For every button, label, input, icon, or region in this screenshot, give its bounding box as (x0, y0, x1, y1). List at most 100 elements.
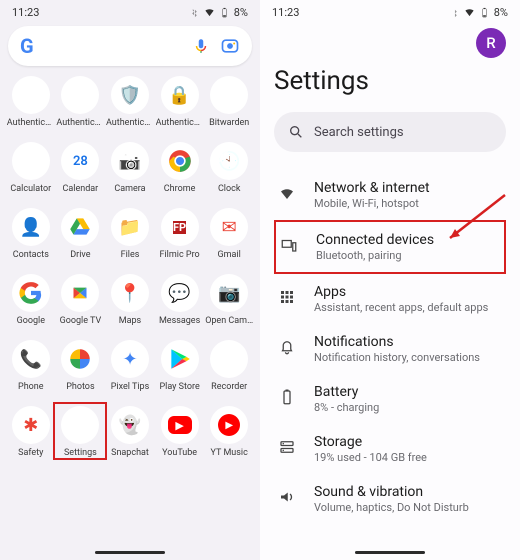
app-icon: FP (161, 208, 199, 246)
app-open-cam[interactable]: 📷 Open Cam... (205, 274, 253, 326)
app-icon: ✦ (111, 340, 149, 378)
mic-icon[interactable] (192, 37, 210, 55)
status-time: 11:23 (12, 6, 39, 19)
app-icon: 📍 (111, 274, 149, 312)
app-google[interactable]: Google (7, 274, 55, 326)
google-logo-icon: G (20, 34, 34, 58)
app-play-store[interactable]: Play Store (156, 340, 204, 392)
wifi-icon (204, 7, 215, 18)
sound-icon (276, 486, 298, 508)
app-drawer-screen: 11:23 8% G A Authentica... ◎ Authentica.… (0, 0, 260, 560)
app-icon: ⊕ (12, 142, 50, 180)
status-bar: 11:23 8% (260, 0, 520, 22)
app-bitwarden[interactable]: 🛡 Bitwarden (205, 76, 253, 128)
app-icon: ▶ (161, 406, 199, 444)
status-bar: 11:23 8% (0, 0, 260, 22)
settings-item-sound-vibration[interactable]: Sound & vibration Volume, haptics, Do No… (274, 474, 506, 524)
settings-list: Network & internet Mobile, Wi-Fi, hotspo… (274, 170, 506, 524)
app-phone[interactable]: 📞 Phone (7, 340, 55, 392)
search-icon (288, 124, 304, 140)
apps-grid: A Authentica... ◎ Authentica... 🛡️ Authe… (0, 76, 260, 458)
settings-item-storage[interactable]: Storage 19% used - 104 GB free (274, 424, 506, 474)
app-icon: 📁 (111, 208, 149, 246)
lens-icon[interactable] (220, 36, 240, 56)
app-authentica[interactable]: 🔒 Authentica... (156, 76, 204, 128)
settings-item-subtitle: 19% used - 104 GB free (314, 451, 427, 464)
app-icon: ▶ (210, 406, 248, 444)
app-camera[interactable]: 📷 Camera (106, 142, 154, 194)
app-label: Phone (7, 382, 55, 392)
app-recorder[interactable]: ≡ Recorder (205, 340, 253, 392)
app-yt-music[interactable]: ▶ YT Music (205, 406, 253, 458)
app-clock[interactable]: 🕙 Clock (205, 142, 253, 194)
app-icon (12, 274, 50, 312)
app-icon: 📷 (210, 274, 248, 312)
settings-item-subtitle: Bluetooth, pairing (316, 249, 434, 262)
settings-item-subtitle: Mobile, Wi-Fi, hotspot (314, 197, 430, 210)
google-search-bar[interactable]: G (8, 26, 252, 66)
app-safety[interactable]: ✱ Safety (7, 406, 55, 458)
app-authentica[interactable]: 🛡️ Authentica... (106, 76, 154, 128)
settings-item-subtitle: Assistant, recent apps, default apps (314, 301, 488, 314)
app-contacts[interactable]: 👤 Contacts (7, 208, 55, 260)
app-label: Bitwarden (205, 118, 253, 128)
wifi-icon (276, 182, 298, 204)
settings-item-apps[interactable]: Apps Assistant, recent apps, default app… (274, 274, 506, 324)
app-icon (61, 274, 99, 312)
app-messages[interactable]: 💬 Messages (156, 274, 204, 326)
app-label: Pixel Tips (106, 382, 154, 392)
app-icon (161, 340, 199, 378)
battery-icon (219, 7, 230, 18)
navigation-handle[interactable] (95, 551, 165, 554)
app-pixel-tips[interactable]: ✦ Pixel Tips (106, 340, 154, 392)
status-time: 11:23 (272, 6, 299, 19)
app-calculator[interactable]: ⊕ Calculator (7, 142, 55, 194)
settings-item-subtitle: Volume, haptics, Do Not Disturb (314, 501, 469, 514)
navigation-handle[interactable] (355, 551, 425, 554)
app-icon: 28 (61, 142, 99, 180)
app-chrome[interactable]: Chrome (156, 142, 204, 194)
status-icons: 8% (189, 6, 248, 19)
app-label: Photos (56, 382, 104, 392)
app-label: YouTube (156, 448, 204, 458)
app-icon: 💬 (161, 274, 199, 312)
apps-icon (276, 286, 298, 308)
search-settings-input[interactable]: Search settings (274, 112, 506, 152)
app-icon: ✉ (210, 208, 248, 246)
settings-item-title: Sound & vibration (314, 484, 469, 500)
bell-icon (276, 336, 298, 358)
app-icon (61, 208, 99, 246)
app-drive[interactable]: Drive (56, 208, 104, 260)
status-battery-pct: 8% (494, 6, 508, 19)
app-settings[interactable]: ⚙ Settings (56, 406, 104, 458)
app-icon: 📷 (111, 142, 149, 180)
app-label: Calendar (56, 184, 104, 194)
app-filmic-pro[interactable]: FP Filmic Pro (156, 208, 204, 260)
app-calendar[interactable]: 28 Calendar (56, 142, 104, 194)
app-snapchat[interactable]: 👻 Snapchat (106, 406, 154, 458)
battery-icon (479, 7, 490, 18)
settings-item-notifications[interactable]: Notifications Notification history, conv… (274, 324, 506, 374)
app-icon: 👤 (12, 208, 50, 246)
settings-item-connected-devices[interactable]: Connected devices Bluetooth, pairing (274, 220, 506, 274)
app-gmail[interactable]: ✉ Gmail (205, 208, 253, 260)
app-icon: 🛡 (210, 76, 248, 114)
app-label: Recorder (205, 382, 253, 392)
app-label: Authentica... (56, 118, 104, 128)
profile-avatar[interactable]: R (476, 28, 506, 58)
app-maps[interactable]: 📍 Maps (106, 274, 154, 326)
status-battery-pct: 8% (234, 6, 248, 19)
app-icon: A (12, 76, 50, 114)
app-authentica[interactable]: ◎ Authentica... (56, 76, 104, 128)
devices-icon (278, 234, 300, 256)
app-photos[interactable]: Photos (56, 340, 104, 392)
settings-item-title: Storage (314, 434, 427, 450)
app-youtube[interactable]: ▶ YouTube (156, 406, 204, 458)
app-authentica[interactable]: A Authentica... (7, 76, 55, 128)
app-files[interactable]: 📁 Files (106, 208, 154, 260)
settings-item-subtitle: Notification history, conversations (314, 351, 480, 364)
app-icon (61, 340, 99, 378)
app-google-tv[interactable]: Google TV (56, 274, 104, 326)
settings-item-battery[interactable]: Battery 8% - charging (274, 374, 506, 424)
bluetooth-icon (189, 7, 200, 18)
